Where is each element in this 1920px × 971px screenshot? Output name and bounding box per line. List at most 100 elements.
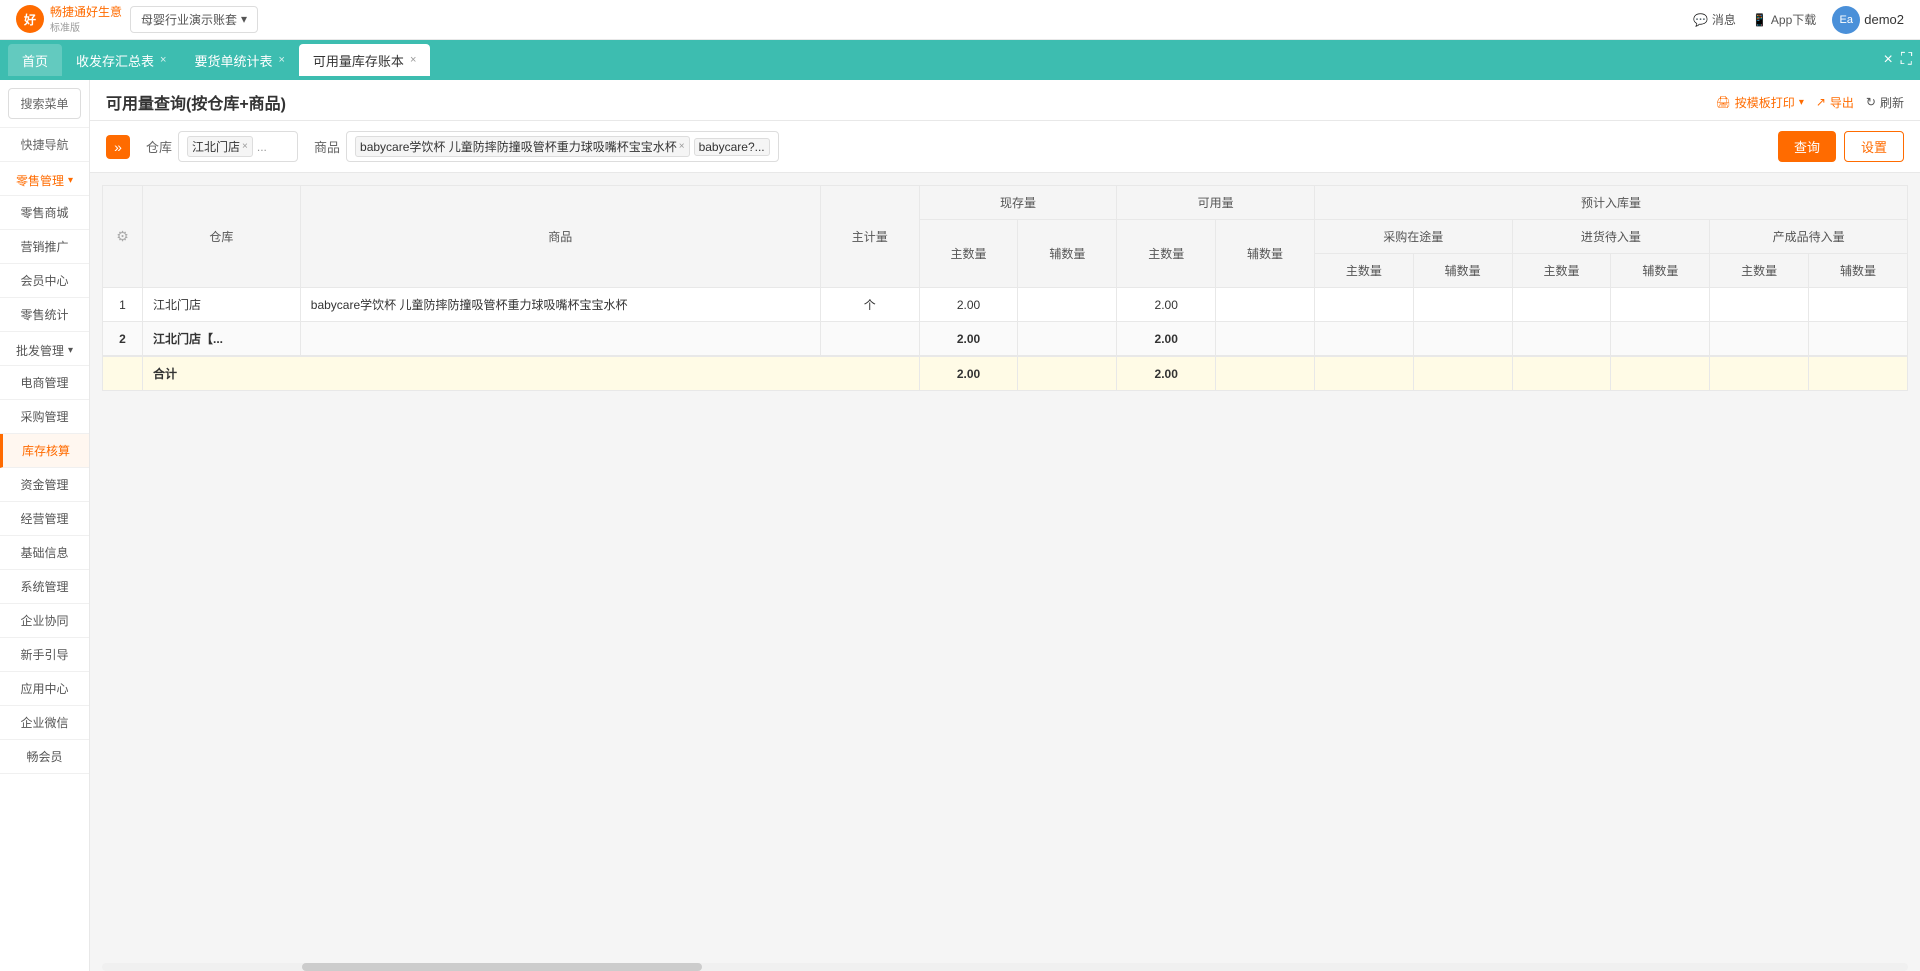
row2-production-await-main bbox=[1710, 322, 1809, 357]
product-tag-1: babycare学饮杯 儿童防摔防撞吸管杯重力球吸嘴杯宝宝水杯 × bbox=[355, 136, 690, 157]
filter-actions: 查询 设置 bbox=[1778, 131, 1904, 162]
table-row: 1 江北门店 babycare学饮杯 儿童防摔防撞吸管杯重力球吸嘴杯宝宝水杯 个… bbox=[103, 288, 1908, 322]
logo-icon: 好 bbox=[16, 5, 44, 33]
sidebar-item-ecommerce[interactable]: 电商管理 bbox=[0, 366, 89, 400]
top-bar-left: 好 畅捷通好生意 标准版 母婴行业演示账套 bbox=[16, 5, 258, 34]
warehouse-more[interactable]: ... bbox=[257, 140, 267, 154]
th-purchase-await-main: 主数量 bbox=[1512, 254, 1611, 288]
table-row: 2 江北门店【... 2.00 2.00 bbox=[103, 322, 1908, 357]
sidebar-item-retail-stats[interactable]: 零售统计 bbox=[0, 298, 89, 332]
footer-prod-await-aux bbox=[1809, 356, 1908, 391]
settings-icon[interactable]: ⚙ bbox=[116, 228, 129, 244]
warehouse-filter: 仓库 江北门店 × ... bbox=[146, 131, 298, 162]
sidebar-item-retail-mgmt[interactable]: 零售管理 bbox=[0, 162, 89, 196]
row1-purchase-await-aux bbox=[1611, 288, 1710, 322]
logo-text: 畅捷通好生意 bbox=[50, 5, 122, 19]
chevron-down-icon2 bbox=[68, 345, 73, 356]
row2-product bbox=[300, 322, 820, 357]
th-avail-aux: 辅数量 bbox=[1216, 220, 1315, 288]
tab-order-stat[interactable]: 要货单统计表 × bbox=[180, 44, 298, 76]
th-production-await-main: 主数量 bbox=[1710, 254, 1809, 288]
footer-prod-await-main bbox=[1710, 356, 1809, 391]
wholesale-mgmt-label: 批发管理 bbox=[16, 342, 64, 359]
industry-selector[interactable]: 母婴行业演示账套 bbox=[130, 6, 258, 33]
query-btn[interactable]: 查询 bbox=[1778, 131, 1836, 162]
row2-avail-main: 2.00 bbox=[1117, 322, 1216, 357]
horizontal-scrollbar[interactable] bbox=[102, 963, 1908, 971]
footer-empty1 bbox=[103, 356, 143, 391]
quick-nav-label: 快捷导航 bbox=[20, 138, 68, 152]
row2-warehouse: 江北门店【... bbox=[143, 322, 301, 357]
row1-purchase-await-main bbox=[1512, 288, 1611, 322]
export-btn[interactable]: ↗ 导出 bbox=[1816, 94, 1854, 111]
page-header: 可用量查询(按仓库+商品) 🖨 按模板打印 ↗ 导出 ↻ 刷新 bbox=[90, 80, 1920, 121]
row1-unit: 个 bbox=[820, 288, 919, 322]
sidebar-item-enterprise[interactable]: 企业协同 bbox=[0, 604, 89, 638]
refresh-btn[interactable]: ↻ 刷新 bbox=[1866, 94, 1904, 111]
row1-production-await-main bbox=[1710, 288, 1809, 322]
search-menu-btn[interactable]: 搜索菜单 bbox=[8, 88, 81, 119]
th-settings: ⚙ bbox=[103, 186, 143, 288]
tab-order-stat-close[interactable]: × bbox=[278, 54, 284, 66]
row2-unit bbox=[820, 322, 919, 357]
footer-label: 合计 bbox=[143, 356, 920, 391]
sidebar-item-basic-info[interactable]: 基础信息 bbox=[0, 536, 89, 570]
tab-available-stock[interactable]: 可用量库存账本 × bbox=[299, 44, 430, 76]
row1-purchase-transit-main bbox=[1314, 288, 1413, 322]
sidebar-item-member-center[interactable]: 会员中心 bbox=[0, 264, 89, 298]
refresh-icon: ↻ bbox=[1866, 95, 1876, 109]
app-icon: 📱 bbox=[1752, 13, 1767, 27]
row1-current-main: 2.00 bbox=[919, 288, 1018, 322]
sidebar-item-operations[interactable]: 经营管理 bbox=[0, 502, 89, 536]
sidebar-item-marketing[interactable]: 营销推广 bbox=[0, 230, 89, 264]
app-download-btn[interactable]: 📱 App下载 bbox=[1752, 11, 1816, 28]
close-window-btn[interactable]: × bbox=[1883, 51, 1892, 69]
row2-purchase-transit-aux bbox=[1413, 322, 1512, 357]
tab-home-label: 首页 bbox=[22, 51, 48, 70]
th-current-main: 主数量 bbox=[919, 220, 1018, 288]
data-table: ⚙ 仓库 商品 主计量 现存量 可用量 预计入库量 主数量 辅数量 主数量 辅数… bbox=[102, 185, 1908, 391]
warehouse-tag-value: 江北门店 bbox=[192, 138, 240, 155]
row2-purchase-await-main bbox=[1512, 322, 1611, 357]
sidebar-item-inventory[interactable]: 库存核算 bbox=[0, 434, 89, 468]
footer-p-await-aux bbox=[1611, 356, 1710, 391]
warehouse-value-box[interactable]: 江北门店 × ... bbox=[178, 131, 298, 162]
refresh-label: 刷新 bbox=[1880, 94, 1904, 111]
user-area[interactable]: Ea demo2 bbox=[1832, 6, 1904, 34]
sidebar-item-app-center[interactable]: 应用中心 bbox=[0, 672, 89, 706]
sidebar-item-vip[interactable]: 畅会员 bbox=[0, 740, 89, 774]
warehouse-tag-close[interactable]: × bbox=[242, 141, 248, 152]
expand-window-btn[interactable]: ⛶ bbox=[1901, 51, 1912, 69]
tab-recv-send-close[interactable]: × bbox=[160, 54, 166, 66]
message-btn[interactable]: 💬 消息 bbox=[1693, 11, 1736, 28]
tab-recv-send[interactable]: 收发存汇总表 × bbox=[62, 44, 180, 76]
footer-p-transit-main bbox=[1314, 356, 1413, 391]
sidebar-item-retail-store[interactable]: 零售商城 bbox=[0, 196, 89, 230]
row1-avail-main: 2.00 bbox=[1117, 288, 1216, 322]
warehouse-tag: 江北门店 × bbox=[187, 136, 253, 157]
sidebar-item-quick-nav[interactable]: 快捷导航 bbox=[0, 128, 89, 162]
chevron-down-icon bbox=[68, 175, 73, 186]
sidebar-item-newbie[interactable]: 新手引导 bbox=[0, 638, 89, 672]
sidebar-item-finance[interactable]: 资金管理 bbox=[0, 468, 89, 502]
print-btn[interactable]: 🖨 按模板打印 bbox=[1716, 94, 1804, 111]
setting-btn[interactable]: 设置 bbox=[1844, 131, 1904, 162]
sidebar-item-enterprise-wechat[interactable]: 企业微信 bbox=[0, 706, 89, 740]
product-value-box[interactable]: babycare学饮杯 儿童防摔防撞吸管杯重力球吸嘴杯宝宝水杯 × babyca… bbox=[346, 131, 779, 162]
sidebar-item-purchase-mgmt[interactable]: 采购管理 bbox=[0, 400, 89, 434]
message-label: 消息 bbox=[1712, 11, 1736, 28]
tab-home[interactable]: 首页 bbox=[8, 44, 62, 76]
page-actions: 🖨 按模板打印 ↗ 导出 ↻ 刷新 bbox=[1716, 94, 1904, 111]
nav-tabs: 首页 收发存汇总表 × 要货单统计表 × 可用量库存账本 × × ⛶ bbox=[0, 40, 1920, 80]
tab-available-stock-close[interactable]: × bbox=[410, 54, 416, 66]
filter-expand-btn[interactable]: » bbox=[106, 135, 130, 159]
table-area: ⚙ 仓库 商品 主计量 现存量 可用量 预计入库量 主数量 辅数量 主数量 辅数… bbox=[90, 173, 1920, 963]
sidebar-item-wholesale-mgmt[interactable]: 批发管理 bbox=[0, 332, 89, 366]
filter-bar: » 仓库 江北门店 × ... 商品 babycare学饮杯 儿童防摔防撞吸管杯… bbox=[90, 121, 1920, 173]
scroll-thumb[interactable] bbox=[302, 963, 702, 971]
th-expected-inbound: 预计入库量 bbox=[1314, 186, 1907, 220]
product-tag-1-close[interactable]: × bbox=[679, 141, 685, 152]
sidebar-item-system-mgmt[interactable]: 系统管理 bbox=[0, 570, 89, 604]
tab-order-stat-label: 要货单统计表 bbox=[194, 51, 272, 70]
th-unit: 主计量 bbox=[820, 186, 919, 288]
